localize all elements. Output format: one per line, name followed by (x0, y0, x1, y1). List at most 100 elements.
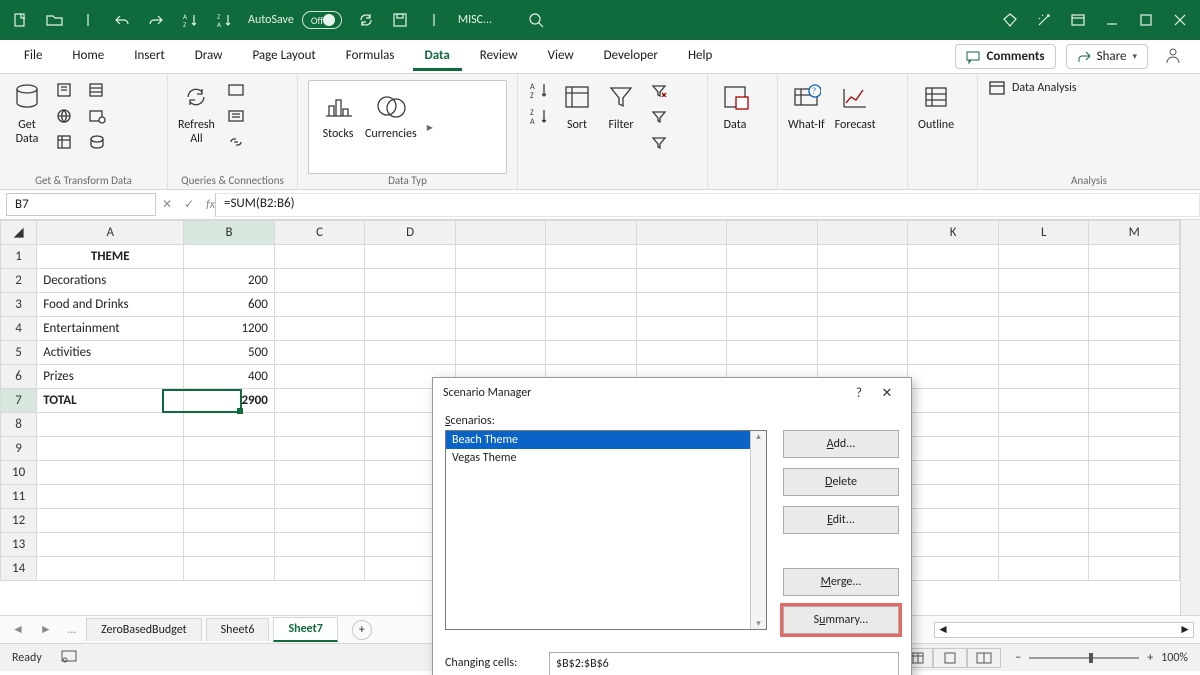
tab-formulas[interactable]: Formulas (334, 42, 407, 71)
user-icon[interactable] (1158, 46, 1188, 68)
redo-icon[interactable] (146, 10, 166, 30)
row-header[interactable]: 2 (1, 269, 37, 293)
col-header[interactable]: D (365, 221, 456, 245)
cell[interactable]: 400 (184, 365, 275, 389)
scenarios-listbox[interactable]: Beach Theme Vegas Theme ▴▾ (445, 430, 767, 630)
formula-input[interactable]: =SUM(B2:B6) (215, 193, 1200, 217)
row-header[interactable]: 4 (1, 317, 37, 341)
row-header[interactable]: 11 (1, 485, 37, 509)
cell[interactable]: Food and Drinks (37, 293, 184, 317)
zoom-out-icon[interactable]: − (1015, 651, 1021, 665)
add-sheet-button[interactable]: + (352, 620, 372, 640)
summary-button[interactable]: Summary... (783, 606, 899, 634)
close-icon[interactable] (1170, 10, 1190, 30)
currencies-button[interactable]: Currencies (365, 89, 417, 141)
enter-icon[interactable]: ✓ (184, 197, 194, 212)
zoom-control[interactable]: − + 100% (1015, 651, 1188, 665)
tab-data[interactable]: Data (413, 42, 462, 71)
select-all[interactable]: ◢ (1, 221, 37, 245)
cell[interactable]: Prizes (37, 365, 184, 389)
col-header[interactable]: B (184, 221, 275, 245)
data-tools-button[interactable]: Data (718, 80, 752, 132)
col-header[interactable]: A (37, 221, 184, 245)
filter-button[interactable]: Filter (604, 80, 638, 132)
links-icon[interactable] (225, 132, 247, 152)
wand-icon[interactable] (1034, 10, 1054, 30)
stocks-button[interactable]: Stocks (321, 89, 355, 141)
page-break-icon[interactable] (967, 648, 1001, 668)
delete-button[interactable]: Delete (783, 468, 899, 496)
from-text-icon[interactable] (54, 80, 76, 100)
window-icon[interactable] (1068, 10, 1088, 30)
tab-draw[interactable]: Draw (183, 42, 235, 71)
col-header[interactable] (546, 221, 637, 245)
queries-icon[interactable] (225, 80, 247, 100)
row-header[interactable]: 13 (1, 533, 37, 557)
sort-desc-icon[interactable]: ZA (214, 10, 234, 30)
tab-view[interactable]: View (536, 42, 586, 71)
whatif-button[interactable]: ? What-If (788, 80, 825, 132)
tab-page-layout[interactable]: Page Layout (240, 42, 327, 71)
tab-file[interactable]: File (12, 42, 54, 71)
cell[interactable]: 600 (184, 293, 275, 317)
row-header[interactable]: 8 (1, 413, 37, 437)
sort-button[interactable]: Sort (560, 80, 594, 132)
autosave[interactable]: AutoSave Off (248, 11, 342, 29)
sheet-tab[interactable]: ZeroBasedBudget (86, 618, 202, 641)
minimize-icon[interactable] (1102, 10, 1122, 30)
col-header[interactable] (727, 221, 818, 245)
cell[interactable]: TOTAL (37, 389, 184, 413)
forecast-button[interactable]: Forecast (835, 80, 876, 132)
help-icon[interactable]: ? (845, 386, 873, 401)
get-data-button[interactable]: Get Data (10, 80, 44, 146)
reapply-icon[interactable] (648, 106, 670, 126)
col-header[interactable]: C (274, 221, 365, 245)
listbox-scrollbar[interactable]: ▴▾ (750, 431, 766, 629)
clear-filter-icon[interactable] (648, 80, 670, 100)
edit-button[interactable]: Edit... (783, 506, 899, 534)
record-macro-icon[interactable] (60, 649, 78, 667)
from-table-icon[interactable] (54, 132, 76, 152)
sheet-tab[interactable]: Sheet6 (206, 618, 270, 641)
row-header[interactable]: 10 (1, 461, 37, 485)
refresh-all-button[interactable]: Refresh All (178, 80, 215, 146)
outline-button[interactable]: Outline (918, 80, 954, 132)
autosave-toggle[interactable]: Off (302, 11, 342, 29)
open-icon[interactable] (44, 10, 64, 30)
row-header[interactable]: 1 (1, 245, 37, 269)
tab-nav-next[interactable]: ► (34, 622, 58, 637)
sort-za-icon[interactable]: ZA (528, 106, 550, 126)
comments-button[interactable]: Comments (955, 44, 1055, 69)
close-icon[interactable]: ✕ (873, 386, 901, 401)
sort-asc-icon[interactable]: AZ (180, 10, 200, 30)
cell[interactable]: Entertainment (37, 317, 184, 341)
new-file-icon[interactable] (10, 10, 30, 30)
page-layout-icon[interactable] (933, 648, 967, 668)
maximize-icon[interactable] (1136, 10, 1156, 30)
tab-home[interactable]: Home (60, 42, 116, 71)
sheet-tab[interactable]: Sheet7 (273, 617, 337, 642)
tab-insert[interactable]: Insert (122, 42, 177, 71)
tab-nav-prev[interactable]: ◄ (6, 622, 30, 637)
merge-button[interactable]: Merge... (783, 568, 899, 596)
data-analysis-button[interactable]: Data Analysis (988, 80, 1077, 96)
cancel-icon[interactable]: ✕ (162, 197, 172, 212)
recent-sources-icon[interactable] (86, 80, 108, 100)
zoom-in-icon[interactable]: + (1147, 651, 1153, 665)
row-header[interactable]: 3 (1, 293, 37, 317)
search-icon[interactable] (526, 10, 546, 30)
add-button[interactable]: Add... (783, 430, 899, 458)
row-header[interactable]: 5 (1, 341, 37, 365)
cell[interactable]: 200 (184, 269, 275, 293)
cell[interactable]: THEME (37, 245, 184, 269)
row-header[interactable]: 12 (1, 509, 37, 533)
row-header[interactable]: 14 (1, 557, 37, 581)
row-header[interactable]: 7 (1, 389, 37, 413)
list-item[interactable]: Beach Theme (446, 431, 766, 449)
vertical-scrollbar[interactable] (1180, 220, 1200, 615)
diamond-icon[interactable] (1000, 10, 1020, 30)
advanced-icon[interactable] (648, 132, 670, 152)
cell[interactable]: Activities (37, 341, 184, 365)
zoom-slider[interactable] (1029, 657, 1139, 659)
tab-overflow[interactable]: … (62, 623, 82, 637)
